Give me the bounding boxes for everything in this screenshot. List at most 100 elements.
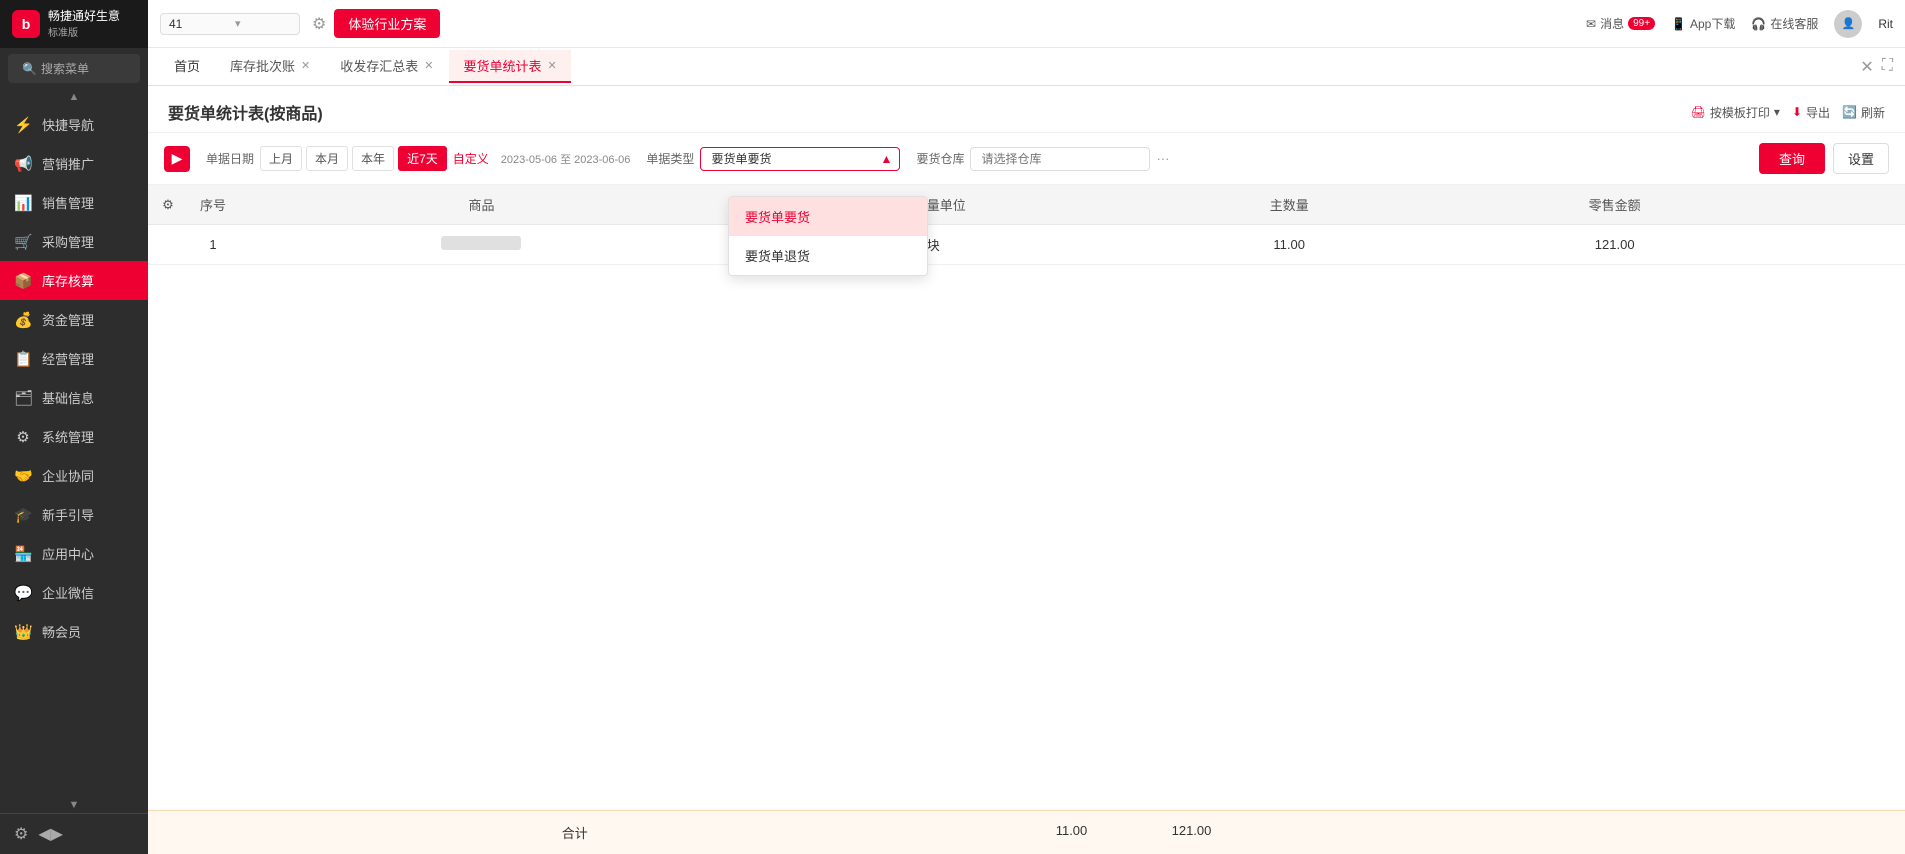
sidebar-search[interactable]: 🔍 搜索菜单 [8,54,140,83]
sidebar-item-operations[interactable]: 📋 经营管理 [0,339,148,378]
btn-7days[interactable]: 近7天 [398,146,447,171]
app-name: 畅捷通好生意 [48,9,120,25]
logo-icon: b [12,10,40,38]
cell-settings [148,225,188,265]
online-service-btn[interactable]: 🎧 在线客服 [1751,15,1818,32]
refresh-label: 刷新 [1861,104,1885,121]
sidebar-item-wechat[interactable]: 💬 企业微信 [0,573,148,612]
sidebar-item-purchase[interactable]: 🛒 采购管理 [0,222,148,261]
expand-icon[interactable]: ⛶ [1882,57,1893,77]
print-icon: 🖨 [1691,105,1706,119]
query-btn[interactable]: 查询 [1759,143,1825,174]
tab-requisition-close[interactable]: ✕ [548,59,557,72]
tabbar-controls: ✕ ⛶ [1860,57,1893,77]
dropdown-item-return[interactable]: 要货单退货 [729,236,927,275]
messages-icon: ✉ [1586,17,1596,31]
tab-home[interactable]: 首页 [160,50,214,83]
tab-collection-close[interactable]: ✕ [424,59,433,72]
sidebar-item-system[interactable]: ⚙ 系统管理 [0,417,148,456]
print-btn[interactable]: 🖨 按模板打印 ▾ [1691,104,1780,121]
sidebar-item-finance[interactable]: 💰 资金管理 [0,300,148,339]
col-no: 序号 [188,185,238,225]
date-label: 单据日期 [206,150,254,167]
messages-btn[interactable]: ✉ 消息 99+ [1586,15,1655,32]
message-badge: 99+ [1628,17,1655,30]
basic-icon: 🗂 [14,389,32,407]
sidebar-item-label: 应用中心 [42,544,94,563]
sidebar-bottom: ⚙ ◀▶ [0,813,148,854]
sidebar-item-basic[interactable]: 🗂 基础信息 [0,378,148,417]
btn-this-month[interactable]: 本月 [306,146,348,171]
btn-this-year[interactable]: 本年 [352,146,394,171]
sidebar-item-inventory[interactable]: 📦 库存核算 [0,261,148,300]
sidebar-item-label: 经营管理 [42,349,94,368]
sidebar-item-appstore[interactable]: 🏪 应用中心 [0,534,148,573]
sidebar-item-cooperation[interactable]: 🤝 企业协同 [0,456,148,495]
filter-bar: ▶ 单据日期 上月 本月 本年 近7天 自定义 2023-05-06 至 202… [148,133,1905,185]
refresh-btn[interactable]: 🔄 刷新 [1842,104,1885,121]
custom-date-link[interactable]: 自定义 [453,150,489,167]
sidebar-item-sales[interactable]: 📊 销售管理 [0,183,148,222]
tab-batch-close[interactable]: ✕ [301,59,310,72]
topbar-gear-icon[interactable]: ⚙ [312,14,326,34]
refresh-icon: 🔄 [1842,105,1857,119]
btn-last-month[interactable]: 上月 [260,146,302,171]
sidebar-item-label: 采购管理 [42,232,94,251]
filter-expand-btn[interactable]: ▶ [164,146,190,172]
warehouse-dots-icon[interactable]: ··· [1156,151,1169,166]
tab-collection[interactable]: 收发存汇总表 ✕ [326,50,447,83]
bottom-collapse-icon[interactable]: ◀▶ [38,824,63,844]
sales-icon: 📊 [14,194,32,212]
system-icon: ⚙ [14,428,32,446]
topbar-right: ✉ 消息 99+ 📱 App下载 🎧 在线客服 👤 Rit [1586,10,1893,38]
tab-requisition[interactable]: 要货单统计表 ✕ [449,50,570,83]
sidebar-scroll-up[interactable]: ▲ [0,89,148,105]
warehouse-filter-group: 要货仓库 ··· [916,147,1743,171]
purchase-icon: 🛒 [14,233,32,251]
main-area: ▾ ⚙ 体验行业方案 ✉ 消息 99+ 📱 App下载 🎧 在线客服 👤 Rit [148,0,1905,854]
sidebar: b 畅捷通好生意 标准版 🔍 搜索菜单 ▲ ⚡ 快捷导航 📢 营销推广 📊 销售… [0,0,148,854]
sidebar-item-label: 资金管理 [42,310,94,329]
footer-amount: 121.00 [1172,823,1212,838]
dropdown-item-order[interactable]: 要货单要货 [729,197,927,236]
username-label[interactable]: Rit [1878,17,1893,31]
app-download-btn[interactable]: 📱 App下载 [1671,15,1735,32]
messages-label: 消息 [1600,15,1624,32]
tab-requisition-label: 要货单统计表 [463,56,541,75]
sidebar-item-member[interactable]: 👑 畅会员 [0,612,148,651]
tabbar: 首页 库存批次账 ✕ 收发存汇总表 ✕ 要货单统计表 ✕ ✕ ⛶ [148,48,1905,86]
close-all-icon[interactable]: ✕ [1860,57,1873,77]
type-label: 单据类型 [646,150,694,167]
col-product: 商品 [238,185,725,225]
sidebar-item-label: 系统管理 [42,427,94,446]
export-btn[interactable]: ⬇ 导出 [1792,104,1830,121]
sidebar-item-label: 企业协同 [42,466,94,485]
inventory-icon: 📦 [14,272,32,290]
table-row: 1 块 11.00 121.00 [148,225,1905,265]
warehouse-input[interactable] [970,147,1150,171]
trial-btn[interactable]: 体验行业方案 [334,9,440,38]
sidebar-item-shortcut[interactable]: ⚡ 快捷导航 [0,105,148,144]
sidebar-scroll-down[interactable]: ▼ [0,797,148,813]
type-select-wrap: 要货单要货 要货单退货 ▲ [700,147,900,171]
app-logo: b 畅捷通好生意 标准版 [0,0,148,48]
service-icon: 🎧 [1751,17,1766,31]
page-header: 要货单统计表(按商品) 🖨 按模板打印 ▾ ⬇ 导出 🔄 刷新 [148,86,1905,133]
settings-btn[interactable]: 设置 [1833,143,1889,174]
product-blurred [441,236,521,250]
sidebar-item-marketing[interactable]: 📢 营销推广 [0,144,148,183]
topbar-input[interactable] [169,17,229,31]
page-actions: 🖨 按模板打印 ▾ ⬇ 导出 🔄 刷新 [1691,104,1885,121]
col-settings[interactable]: ⚙ [148,185,188,225]
date-buttons: 上月 本月 本年 近7天 [260,146,447,171]
sidebar-item-guide[interactable]: 🎓 新手引导 [0,495,148,534]
page-title: 要货单统计表(按商品) [168,100,323,124]
export-label: 导出 [1806,104,1830,121]
service-label: 在线客服 [1770,15,1818,32]
sidebar-item-label: 企业微信 [42,583,94,602]
bottom-settings-icon[interactable]: ⚙ [14,824,28,844]
sidebar-item-label: 新手引导 [42,505,94,524]
type-select[interactable]: 要货单要货 要货单退货 [700,147,900,171]
member-icon: 👑 [14,623,32,641]
tab-batch[interactable]: 库存批次账 ✕ [216,50,324,83]
